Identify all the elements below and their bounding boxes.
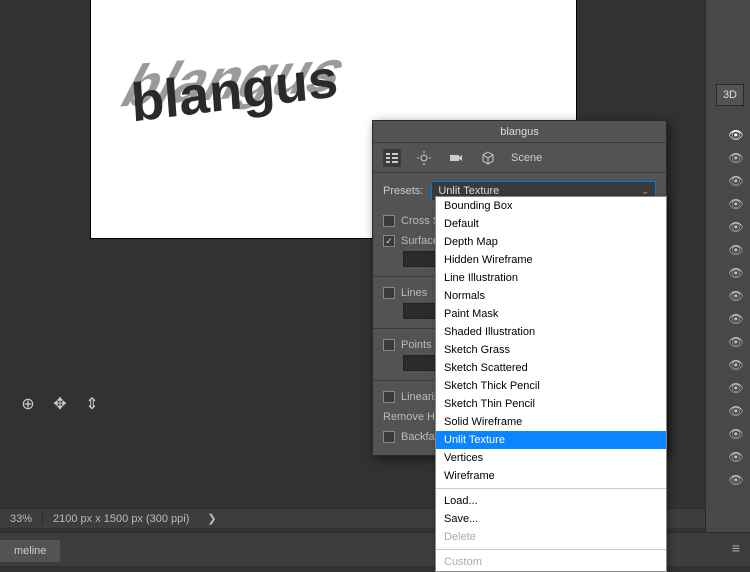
dropdown-custom: Custom — [436, 553, 666, 571]
points-checkbox[interactable] — [383, 339, 395, 351]
dropdown-item[interactable]: Depth Map — [436, 233, 666, 251]
dropdown-load[interactable]: Load... — [436, 492, 666, 510]
visibility-icon[interactable]: 👁 — [728, 151, 744, 163]
3d-tool-icons: ⊕ ✥ ⇕ — [18, 394, 102, 414]
dropdown-item[interactable]: Sketch Grass — [436, 341, 666, 359]
zoom-level[interactable]: 33% — [0, 513, 42, 525]
scene-tab[interactable]: Scene — [511, 152, 542, 164]
linearize-checkbox[interactable] — [383, 391, 395, 403]
panel-title: blangus — [373, 121, 666, 143]
dropdown-item[interactable]: Sketch Scattered — [436, 359, 666, 377]
cross-section-checkbox[interactable] — [383, 215, 395, 227]
visibility-icon[interactable]: 👁 — [728, 312, 744, 324]
visibility-icon[interactable]: 👁 — [728, 220, 744, 232]
presets-label: Presets: — [383, 185, 423, 197]
dropdown-item[interactable]: Sketch Thin Pencil — [436, 395, 666, 413]
surface-label: Surface — [401, 235, 439, 247]
dropdown-save[interactable]: Save... — [436, 510, 666, 528]
visibility-icon[interactable]: 👁 — [728, 381, 744, 393]
dropdown-item[interactable]: Solid Wireframe — [436, 413, 666, 431]
visibility-icon[interactable]: 👁 — [728, 289, 744, 301]
visibility-icon[interactable]: 👁 — [728, 450, 744, 462]
panel-menu-icon[interactable]: ≡ — [732, 540, 740, 556]
dropdown-item[interactable]: Paint Mask — [436, 305, 666, 323]
presets-dropdown-list[interactable]: Bounding BoxDefaultDepth MapHidden Wiref… — [435, 196, 667, 572]
visibility-icon[interactable]: 👁 — [728, 335, 744, 347]
dropdown-item[interactable]: Wireframe — [436, 467, 666, 485]
timeline-tab[interactable]: meline — [0, 540, 60, 562]
light-icon[interactable] — [415, 149, 433, 167]
pan-icon[interactable]: ✥ — [50, 394, 70, 414]
visibility-icon[interactable]: 👁 — [728, 404, 744, 416]
points-label: Points — [401, 339, 432, 351]
visibility-icon[interactable]: 👁 — [728, 266, 744, 278]
visibility-icon[interactable]: 👁 — [728, 473, 744, 485]
3d-tab[interactable]: 3D — [716, 84, 744, 106]
lines-swatch[interactable] — [403, 303, 439, 319]
dropdown-item[interactable]: Shaded Illustration — [436, 323, 666, 341]
visibility-icon[interactable]: 👁 — [728, 243, 744, 255]
backface-checkbox[interactable] — [383, 431, 395, 443]
dropdown-item[interactable]: Default — [436, 215, 666, 233]
points-swatch[interactable] — [403, 355, 439, 371]
lines-label: Lines — [401, 287, 427, 299]
orbit-icon[interactable]: ⊕ — [18, 394, 38, 414]
panel-tab-row: Scene — [373, 143, 666, 173]
right-dock: 3D 👁 👁 👁 👁 👁 👁 👁 👁 👁 👁 👁 👁 👁 👁 👁 👁 — [705, 0, 750, 566]
scale-icon[interactable]: ⇕ — [82, 394, 102, 414]
lines-checkbox[interactable] — [383, 287, 395, 299]
dropdown-item[interactable]: Sketch Thick Pencil — [436, 377, 666, 395]
chevron-down-icon: ⌄ — [641, 186, 649, 197]
visibility-icon[interactable]: 👁 — [728, 427, 744, 439]
visibility-icon[interactable]: 👁 — [728, 174, 744, 186]
dropdown-item[interactable]: Unlit Texture — [436, 431, 666, 449]
info-arrow-icon[interactable]: ❯ — [199, 512, 224, 525]
layer-visibility-column: 👁 👁 👁 👁 👁 👁 👁 👁 👁 👁 👁 👁 👁 👁 👁 👁 — [728, 128, 744, 485]
visibility-icon[interactable]: 👁 — [728, 128, 744, 140]
visibility-icon[interactable]: 👁 — [728, 197, 744, 209]
dropdown-item[interactable]: Hidden Wireframe — [436, 251, 666, 269]
camera-icon[interactable] — [447, 149, 465, 167]
dropdown-item[interactable]: Bounding Box — [436, 197, 666, 215]
dropdown-item[interactable]: Line Illustration — [436, 269, 666, 287]
scene-settings-icon[interactable] — [383, 149, 401, 167]
dropdown-item[interactable]: Normals — [436, 287, 666, 305]
surface-swatch[interactable] — [403, 251, 439, 267]
visibility-icon[interactable]: 👁 — [728, 358, 744, 370]
document-info: 2100 px x 1500 px (300 ppi) — [42, 513, 199, 525]
mesh-icon[interactable] — [479, 149, 497, 167]
surface-checkbox[interactable]: ✓ — [383, 235, 395, 247]
dropdown-item[interactable]: Vertices — [436, 449, 666, 467]
dropdown-delete: Delete — [436, 528, 666, 546]
